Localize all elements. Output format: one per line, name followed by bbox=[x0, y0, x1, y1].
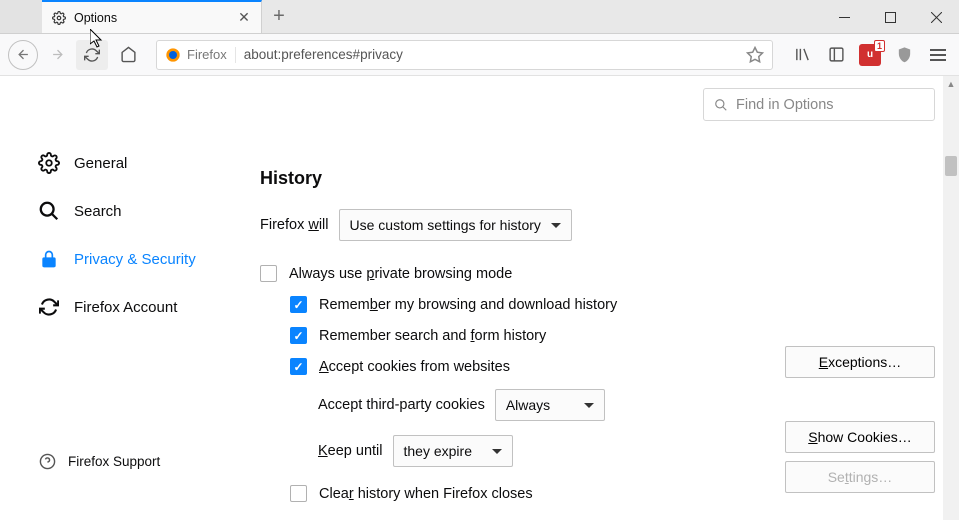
select-value: they expire bbox=[404, 443, 472, 459]
firefox-icon bbox=[165, 47, 181, 63]
clear-on-close-label: Clear history when Firefox closes bbox=[319, 486, 533, 502]
sidebar-item-label: Privacy & Security bbox=[74, 251, 196, 268]
toolbar-right-icons: u1 bbox=[789, 42, 951, 68]
minimize-button[interactable] bbox=[821, 0, 867, 34]
sidebar-item-label: Firefox Support bbox=[68, 454, 160, 469]
shield-extension-icon[interactable] bbox=[891, 42, 917, 68]
search-placeholder: Find in Options bbox=[736, 97, 834, 113]
preferences-sidebar: General Search Privacy & Security Firefo… bbox=[0, 76, 248, 520]
tab-bar-spacer bbox=[0, 0, 42, 33]
sidebar-toggle-icon[interactable] bbox=[823, 42, 849, 68]
close-tab-icon[interactable]: ✕ bbox=[237, 11, 251, 25]
firefox-will-label: Firefox will bbox=[260, 217, 329, 233]
third-party-row: Accept third-party cookies Always bbox=[260, 389, 927, 421]
firefox-identity: Firefox bbox=[165, 47, 236, 63]
sidebar-item-label: General bbox=[74, 155, 127, 172]
remember-search-checkbox[interactable] bbox=[290, 327, 307, 344]
url-bar[interactable]: Firefox about:preferences#privacy bbox=[156, 40, 773, 70]
gear-icon bbox=[52, 11, 66, 25]
find-in-options-input[interactable]: Find in Options bbox=[703, 88, 935, 121]
section-heading-history: History bbox=[260, 168, 927, 189]
browser-tab-options[interactable]: Options ✕ bbox=[42, 0, 262, 33]
vertical-scrollbar[interactable]: ▲ bbox=[943, 76, 959, 520]
ublock-icon[interactable]: u1 bbox=[857, 42, 883, 68]
sync-icon bbox=[38, 296, 60, 318]
remember-search-label: Remember search and form history bbox=[319, 328, 546, 344]
menu-button[interactable] bbox=[925, 42, 951, 68]
select-value: Use custom settings for history bbox=[350, 217, 541, 233]
always-private-label: Always use private browsing mode bbox=[289, 266, 512, 282]
preferences-main: Find in Options History Firefox will Use… bbox=[248, 76, 959, 520]
forward-button[interactable] bbox=[42, 40, 72, 70]
bookmark-star-icon[interactable] bbox=[746, 46, 764, 64]
back-button[interactable] bbox=[8, 40, 38, 70]
remember-browsing-checkbox[interactable] bbox=[290, 296, 307, 313]
help-icon bbox=[38, 452, 56, 470]
close-window-button[interactable] bbox=[913, 0, 959, 34]
lock-icon bbox=[38, 248, 60, 270]
select-value: Always bbox=[506, 397, 550, 413]
tab-title: Options bbox=[74, 11, 229, 25]
content-area: General Search Privacy & Security Firefo… bbox=[0, 76, 959, 520]
search-icon bbox=[714, 98, 728, 112]
home-button[interactable] bbox=[112, 40, 144, 70]
third-party-select[interactable]: Always bbox=[495, 389, 605, 421]
tab-bar: Options ✕ + bbox=[0, 0, 959, 34]
sidebar-item-general[interactable]: General bbox=[38, 144, 248, 182]
scrollbar-thumb[interactable] bbox=[945, 156, 957, 176]
show-cookies-button[interactable]: Show Cookies… bbox=[785, 421, 935, 453]
maximize-button[interactable] bbox=[867, 0, 913, 34]
settings-button[interactable]: Settings… bbox=[785, 461, 935, 493]
scrollbar-up-arrow[interactable]: ▲ bbox=[943, 76, 959, 92]
search-icon bbox=[38, 200, 60, 222]
exceptions-button[interactable]: Exceptions… bbox=[785, 346, 935, 378]
window-controls bbox=[821, 0, 959, 34]
firefox-will-row: Firefox will Use custom settings for his… bbox=[260, 209, 927, 241]
navigation-toolbar: Firefox about:preferences#privacy u1 bbox=[0, 34, 959, 76]
accept-cookies-checkbox[interactable] bbox=[290, 358, 307, 375]
ublock-badge: 1 bbox=[874, 40, 885, 52]
always-private-checkbox[interactable] bbox=[260, 265, 277, 282]
history-mode-select[interactable]: Use custom settings for history bbox=[339, 209, 572, 241]
remember-search-row: Remember search and form history bbox=[260, 327, 927, 344]
sidebar-item-label: Search bbox=[74, 203, 122, 220]
clear-on-close-checkbox[interactable] bbox=[290, 485, 307, 502]
url-text: about:preferences#privacy bbox=[244, 47, 738, 62]
sidebar-item-privacy[interactable]: Privacy & Security bbox=[38, 240, 248, 278]
sidebar-item-support[interactable]: Firefox Support bbox=[38, 442, 160, 480]
reload-button[interactable] bbox=[76, 40, 108, 70]
remember-browsing-label: Remember my browsing and download histor… bbox=[319, 297, 617, 313]
firefox-brand-text: Firefox bbox=[187, 47, 227, 62]
sidebar-item-search[interactable]: Search bbox=[38, 192, 248, 230]
new-tab-button[interactable]: + bbox=[262, 0, 296, 33]
sidebar-item-label: Firefox Account bbox=[74, 299, 177, 316]
keep-until-label: Keep until bbox=[318, 443, 383, 459]
always-private-row: Always use private browsing mode bbox=[260, 265, 927, 282]
third-party-label: Accept third-party cookies bbox=[318, 397, 485, 413]
accept-cookies-label: Accept cookies from websites bbox=[319, 359, 510, 375]
keep-until-select[interactable]: they expire bbox=[393, 435, 513, 467]
gear-icon bbox=[38, 152, 60, 174]
sidebar-item-account[interactable]: Firefox Account bbox=[38, 288, 248, 326]
remember-browsing-row: Remember my browsing and download histor… bbox=[260, 296, 927, 313]
library-icon[interactable] bbox=[789, 42, 815, 68]
